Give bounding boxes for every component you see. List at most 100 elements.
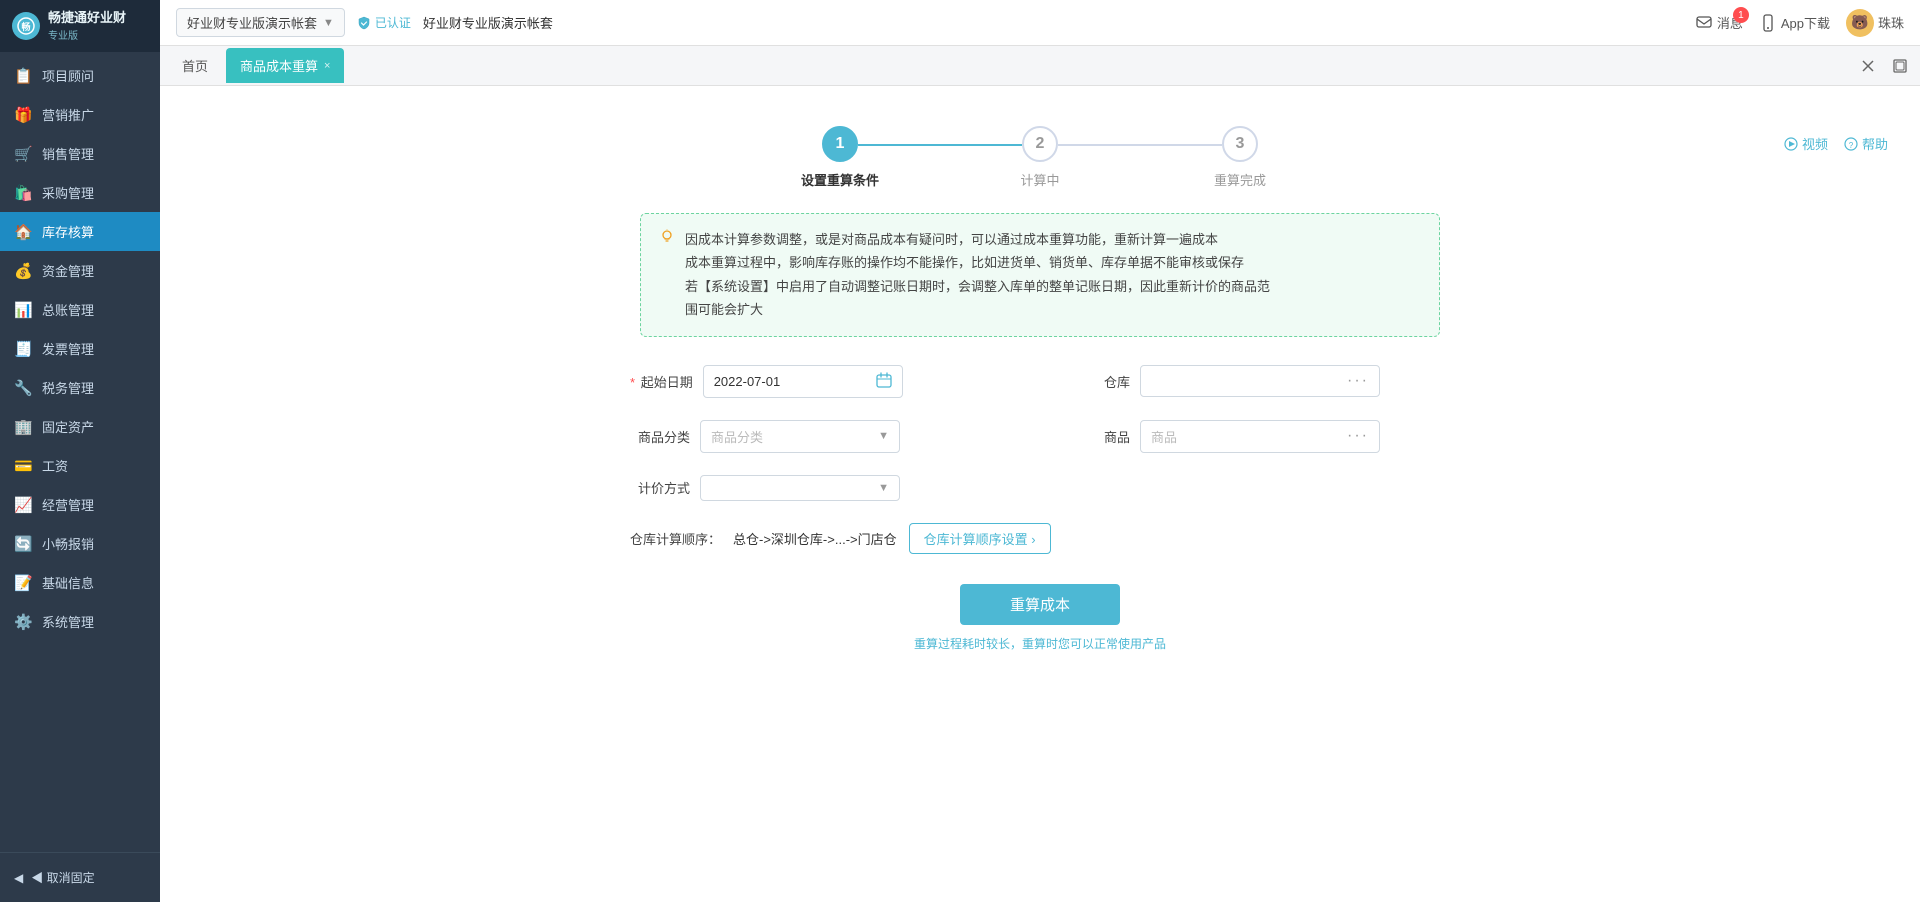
verified-label: 已认证	[375, 14, 411, 31]
warehouse-input[interactable]: ···	[1140, 365, 1380, 397]
product-placeholder: 商品	[1151, 427, 1177, 446]
form-section: * 起始日期 2022-07-01	[610, 365, 1470, 652]
required-star: *	[630, 375, 635, 390]
pricing-field: 计价方式 ▼	[630, 475, 1010, 501]
calendar-icon[interactable]	[876, 372, 892, 391]
tab-cost-recalc[interactable]: 商品成本重算 ×	[226, 48, 344, 83]
sidebar-item-tax[interactable]: 🔧 税务管理	[0, 368, 160, 407]
main-area: 好业财专业版演示帐套 ▼ 已认证 好业财专业版演示帐套 1 消息	[160, 0, 1920, 902]
shield-icon	[357, 16, 371, 30]
topbar-actions: 1 消息 App下载 🐻 珠珠	[1695, 9, 1904, 37]
sidebar-item-label-purchase: 采购管理	[42, 183, 94, 202]
message-icon	[1695, 14, 1713, 32]
accounting-icon: 📊	[14, 301, 32, 319]
verified-badge: 已认证	[357, 14, 411, 31]
sidebar-item-label-expense: 小畅报销	[42, 534, 94, 553]
sidebar-item-system[interactable]: ⚙️ 系统管理	[0, 602, 160, 641]
close-button[interactable]	[1856, 54, 1880, 78]
notice-line-3: 若【系统设置】中启用了自动调整记账日期时，会调整入库单的整单记账日期，因此重新计…	[685, 275, 1270, 298]
sidebar: 畅 畅捷通好业财 专业版 📋 项目顾问 🎁 营销推广 🛒 销售管理 🛍️ 采购管…	[0, 0, 160, 902]
sidebar-item-invoice[interactable]: 🧾 发票管理	[0, 329, 160, 368]
product-dots-icon[interactable]: ···	[1347, 427, 1369, 445]
account-name: 好业财专业版演示帐套	[187, 13, 317, 32]
account-chevron-icon: ▼	[323, 17, 334, 29]
sidebar-item-expense[interactable]: 🔄 小畅报销	[0, 524, 160, 563]
app-download-button[interactable]: App下载	[1759, 13, 1830, 32]
logo-icon: 畅	[12, 12, 40, 40]
start-date-input[interactable]: 2022-07-01	[703, 365, 903, 398]
sidebar-item-label-assets: 固定资产	[42, 417, 94, 436]
notice-line-1: 因成本计算参数调整，或是对商品成本有疑问时，可以通过成本重算功能，重新计算一遍成…	[685, 228, 1270, 251]
invoice-icon: 🧾	[14, 340, 32, 358]
unpin-button[interactable]: ◀ ◀ 取消固定	[0, 861, 160, 894]
video-link[interactable]: 视频	[1784, 134, 1828, 153]
stepper-label-1: 设置重算条件	[801, 170, 879, 189]
category-chevron-icon: ▼	[878, 430, 889, 442]
sidebar-item-label-sales: 销售管理	[42, 144, 94, 163]
account-selector[interactable]: 好业财专业版演示帐套 ▼	[176, 8, 345, 37]
sidebar-item-payroll[interactable]: 💳 工资	[0, 446, 160, 485]
product-input[interactable]: 商品 ···	[1140, 420, 1380, 453]
warehouse-order-btn[interactable]: 仓库计算顺序设置 ›	[909, 523, 1051, 554]
expand-button[interactable]	[1888, 54, 1912, 78]
app-download-label: App下载	[1781, 13, 1830, 32]
warehouse-order-label: 仓库计算顺序：	[630, 529, 721, 548]
form-row-3: 计价方式 ▼	[630, 475, 1450, 501]
svg-text:畅: 畅	[21, 21, 30, 32]
category-label: 商品分类	[630, 427, 690, 446]
sidebar-item-assets[interactable]: 🏢 固定资产	[0, 407, 160, 446]
message-count: 1	[1733, 7, 1749, 23]
sidebar-item-label-system: 系统管理	[42, 612, 94, 631]
sidebar-item-label-inventory: 库存核算	[42, 222, 94, 241]
sidebar-item-label-basic: 基础信息	[42, 573, 94, 592]
notice-line-2: 成本重算过程中，影响库存账的操作均不能操作，比如进货单、销货单、库存单据不能审核…	[685, 251, 1270, 274]
warehouse-order-row: 仓库计算顺序： 总仓->深圳仓库->...->门店仓 仓库计算顺序设置 ›	[630, 523, 1450, 554]
user-avatar: 🐻	[1846, 9, 1874, 37]
stepper-label-2: 计算中	[1020, 170, 1059, 189]
sidebar-item-sales[interactable]: 🛒 销售管理	[0, 134, 160, 173]
category-select[interactable]: 商品分类 ▼	[700, 420, 900, 453]
project-icon: 📋	[14, 67, 32, 85]
message-button[interactable]: 1 消息	[1695, 13, 1743, 32]
user-name: 珠珠	[1878, 13, 1904, 32]
tab-cost-recalc-label: 商品成本重算	[240, 56, 318, 75]
help-link[interactable]: ? 帮助	[1844, 134, 1888, 153]
sidebar-item-operations[interactable]: 📈 经营管理	[0, 485, 160, 524]
content-area: 1 设置重算条件 2 计算中 3 重算完成	[160, 86, 1920, 902]
question-icon: ?	[1844, 137, 1858, 151]
play-icon	[1784, 137, 1798, 151]
operations-icon: 📈	[14, 496, 32, 514]
sidebar-item-basic[interactable]: 📝 基础信息	[0, 563, 160, 602]
sidebar-item-accounting[interactable]: 📊 总账管理	[0, 290, 160, 329]
sidebar-item-marketing[interactable]: 🎁 营销推广	[0, 95, 160, 134]
sidebar-item-project[interactable]: 📋 项目顾问	[0, 56, 160, 95]
sidebar-item-label-invoice: 发票管理	[42, 339, 94, 358]
pricing-label: 计价方式	[630, 478, 690, 497]
product-label: 商品	[1070, 427, 1130, 446]
sidebar-nav: 📋 项目顾问 🎁 营销推广 🛒 销售管理 🛍️ 采购管理 🏠 库存核算 💰 资金…	[0, 52, 160, 852]
sidebar-item-label-finance: 资金管理	[42, 261, 94, 280]
tab-home[interactable]: 首页	[168, 48, 222, 83]
pricing-select[interactable]: ▼	[700, 475, 900, 501]
sidebar-item-inventory[interactable]: 🏠 库存核算	[0, 212, 160, 251]
stepper: 1 设置重算条件 2 计算中 3 重算完成	[192, 110, 1888, 213]
warehouse-field: 仓库 ···	[1070, 365, 1450, 397]
phone-icon	[1759, 14, 1777, 32]
sidebar-item-purchase[interactable]: 🛍️ 采购管理	[0, 173, 160, 212]
sidebar-item-label-tax: 税务管理	[42, 378, 94, 397]
notice-line-4: 围可能会扩大	[685, 298, 1270, 321]
sidebar-item-label-project: 项目顾问	[42, 66, 94, 85]
basic-icon: 📝	[14, 574, 32, 592]
user-profile-button[interactable]: 🐻 珠珠	[1846, 9, 1904, 37]
sidebar-header: 畅 畅捷通好业财 专业版	[0, 0, 160, 52]
sidebar-item-label-payroll: 工资	[42, 456, 68, 475]
svg-text:?: ?	[1849, 141, 1854, 150]
recalculate-button[interactable]: 重算成本	[960, 584, 1120, 625]
bulb-icon	[659, 229, 675, 245]
finance-icon: 💰	[14, 262, 32, 280]
stepper-actions: 视频 ? 帮助	[1784, 134, 1888, 153]
x-icon	[1861, 59, 1875, 73]
sidebar-item-finance[interactable]: 💰 资金管理	[0, 251, 160, 290]
warehouse-dots-icon[interactable]: ···	[1347, 372, 1369, 390]
tab-close-icon[interactable]: ×	[324, 60, 330, 72]
